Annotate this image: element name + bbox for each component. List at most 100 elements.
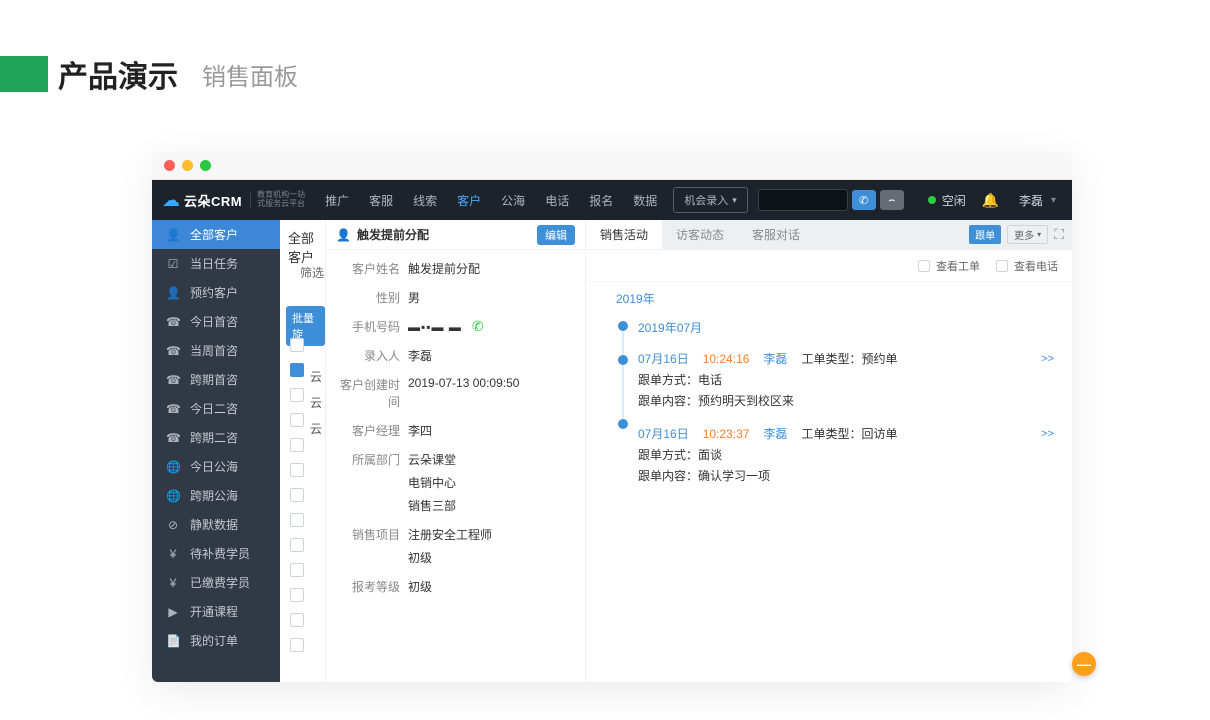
checkbox-row[interactable] bbox=[290, 388, 304, 402]
checkbox-header[interactable] bbox=[290, 338, 304, 352]
sidebar-item[interactable]: ▶开通课程 bbox=[152, 597, 280, 626]
checkbox-row[interactable] bbox=[290, 638, 304, 652]
filter-label: 查看工单 bbox=[936, 258, 980, 274]
checkbox-row[interactable] bbox=[290, 613, 304, 627]
sidebar-label: 开通课程 bbox=[190, 603, 238, 620]
sidebar-icon: ☎ bbox=[166, 373, 180, 387]
field-value: 男 bbox=[408, 289, 575, 306]
sidebar-item[interactable]: 🌐跨期公海 bbox=[152, 481, 280, 510]
banner-subtitle: 销售面板 bbox=[202, 57, 298, 92]
nav-item[interactable]: 公海 bbox=[491, 180, 535, 220]
nav-item[interactable]: 电话 bbox=[535, 180, 579, 220]
opportunity-button[interactable]: 机会录入 ▾ bbox=[673, 187, 748, 213]
search-input[interactable] bbox=[758, 189, 848, 211]
sidebar-item[interactable]: 👤全部客户 bbox=[152, 220, 280, 249]
field-value: 李磊 bbox=[408, 347, 575, 364]
more-button[interactable]: 更多 ▾ bbox=[1007, 225, 1048, 244]
timeline-bullet-icon bbox=[618, 419, 628, 429]
sidebar-item[interactable]: ☑当日任务 bbox=[152, 249, 280, 278]
user-icon: 👤 bbox=[336, 228, 351, 242]
checkbox-row[interactable] bbox=[290, 588, 304, 602]
brand-sub1: 教育机构一站 bbox=[257, 190, 305, 199]
bell-icon[interactable]: 🔔 bbox=[982, 192, 999, 209]
sidebar-label: 跨期首咨 bbox=[190, 371, 238, 388]
status-text: 空闲 bbox=[942, 192, 966, 209]
sidebar-item[interactable]: ⊘静默数据 bbox=[152, 510, 280, 539]
sidebar: 👤全部客户☑当日任务👤预约客户☎今日首咨☎当周首咨☎跨期首咨☎今日二咨☎跨期二咨… bbox=[152, 220, 280, 682]
sidebar-item[interactable]: ¥待补费学员 bbox=[152, 539, 280, 568]
nav-item[interactable]: 报名 bbox=[579, 180, 623, 220]
fab-minimize-button[interactable]: — bbox=[1072, 652, 1096, 676]
sidebar-item[interactable]: ☎ 跨期首咨 bbox=[152, 365, 280, 394]
sidebar-item[interactable]: 🌐今日公海 bbox=[152, 452, 280, 481]
sidebar-label: 今日首咨 bbox=[190, 313, 238, 330]
checkbox-row[interactable] bbox=[290, 563, 304, 577]
field-label: 客户经理 bbox=[336, 422, 408, 439]
minimize-icon[interactable] bbox=[182, 160, 193, 171]
window-titlebar bbox=[152, 152, 1072, 180]
sidebar-label: 当周首咨 bbox=[190, 342, 238, 359]
zoom-icon[interactable] bbox=[200, 160, 211, 171]
log-content: 跟单内容：预约明天到校区来 bbox=[638, 392, 1054, 409]
chevron-down-icon: ▾ bbox=[732, 195, 737, 206]
checkbox-row[interactable] bbox=[290, 363, 304, 377]
chevron-down-icon[interactable]: ▾ bbox=[1051, 195, 1056, 206]
brand-sub: 教育机构一站 式服务云平台 bbox=[250, 191, 305, 209]
sidebar-item[interactable]: ¥已缴费学员 bbox=[152, 568, 280, 597]
sidebar-label: 当日任务 bbox=[190, 255, 238, 272]
list-column: 全部客户 筛选 批量旋 云 云 云 bbox=[280, 220, 326, 682]
brand-text: 云朵CRM bbox=[184, 191, 242, 210]
app-window: ☁ 云朵CRM 教育机构一站 式服务云平台 推广客服线索客户公海电话报名数据 机… bbox=[152, 152, 1072, 682]
log-expand[interactable]: >> bbox=[1041, 353, 1054, 365]
close-icon[interactable] bbox=[164, 160, 175, 171]
phone-icon[interactable]: ✆ bbox=[472, 318, 484, 335]
chevron-down-icon: ▾ bbox=[1037, 230, 1041, 239]
field-label: 报考等级 bbox=[336, 578, 408, 595]
detail-head: 👤 触发提前分配 编辑 bbox=[326, 220, 585, 250]
maximize-icon[interactable]: ⛶ bbox=[1054, 226, 1064, 243]
checkbox-row[interactable] bbox=[290, 413, 304, 427]
sidebar-item[interactable]: ☎今日二咨 bbox=[152, 394, 280, 423]
sidebar-item[interactable]: ☎跨期二咨 bbox=[152, 423, 280, 452]
checkbox-row[interactable] bbox=[290, 513, 304, 527]
nav-item[interactable]: 推广 bbox=[315, 180, 359, 220]
sidebar-label: 我的订单 bbox=[190, 632, 238, 649]
filter-call[interactable]: 查看电话 bbox=[996, 258, 1058, 274]
checkbox-row[interactable] bbox=[290, 438, 304, 452]
tab[interactable]: 访客动态 bbox=[662, 220, 738, 249]
sidebar-icon: ☎ bbox=[166, 402, 180, 416]
sidebar-item[interactable]: ☎当周首咨 bbox=[152, 336, 280, 365]
checkbox-row[interactable] bbox=[290, 488, 304, 502]
sidebar-label: 全部客户 bbox=[190, 226, 238, 243]
checkbox-row[interactable] bbox=[290, 538, 304, 552]
field-value: 云朵课堂 bbox=[408, 451, 575, 468]
nav-item[interactable]: 客服 bbox=[359, 180, 403, 220]
list-cell[interactable]: 云 bbox=[310, 420, 322, 437]
sidebar-item[interactable]: 👤预约客户 bbox=[152, 278, 280, 307]
sidebar-icon: ☎ bbox=[166, 315, 180, 329]
log-expand[interactable]: >> bbox=[1041, 428, 1054, 440]
list-cell[interactable]: 云 bbox=[310, 394, 322, 411]
sidebar-item[interactable]: 📄 我的订单 bbox=[152, 626, 280, 655]
follow-button[interactable]: 跟单 bbox=[969, 225, 1001, 244]
log-date: 07月16日 bbox=[638, 350, 689, 367]
sidebar-icon: 📄 bbox=[166, 634, 180, 648]
nav-item[interactable]: 线索 bbox=[403, 180, 447, 220]
tabs-row: 销售活动访客动态客服对话 跟单 更多 ▾ ⛶ bbox=[586, 220, 1072, 250]
user-name[interactable]: 李磊 bbox=[1019, 192, 1043, 209]
sidebar-item[interactable]: ☎ 今日首咨 bbox=[152, 307, 280, 336]
edit-button[interactable]: 编辑 bbox=[537, 225, 575, 245]
sidebar-icon: 🌐 bbox=[166, 489, 180, 503]
tab[interactable]: 销售活动 bbox=[586, 220, 662, 249]
sidebar-icon: 🌐 bbox=[166, 460, 180, 474]
filter-ticket[interactable]: 查看工单 bbox=[918, 258, 980, 274]
hangup-button[interactable]: ⌢ bbox=[880, 190, 904, 210]
body: 👤全部客户☑当日任务👤预约客户☎今日首咨☎当周首咨☎跨期首咨☎今日二咨☎跨期二咨… bbox=[152, 220, 1072, 682]
checkbox-row[interactable] bbox=[290, 463, 304, 477]
tab[interactable]: 客服对话 bbox=[738, 220, 814, 249]
nav-item[interactable]: 客户 bbox=[447, 180, 491, 220]
list-cell[interactable]: 云 bbox=[310, 368, 322, 385]
nav-item[interactable]: 数据 bbox=[623, 180, 667, 220]
call-button[interactable]: ✆ bbox=[852, 190, 876, 210]
timeline-year: 2019年 bbox=[616, 290, 1054, 307]
